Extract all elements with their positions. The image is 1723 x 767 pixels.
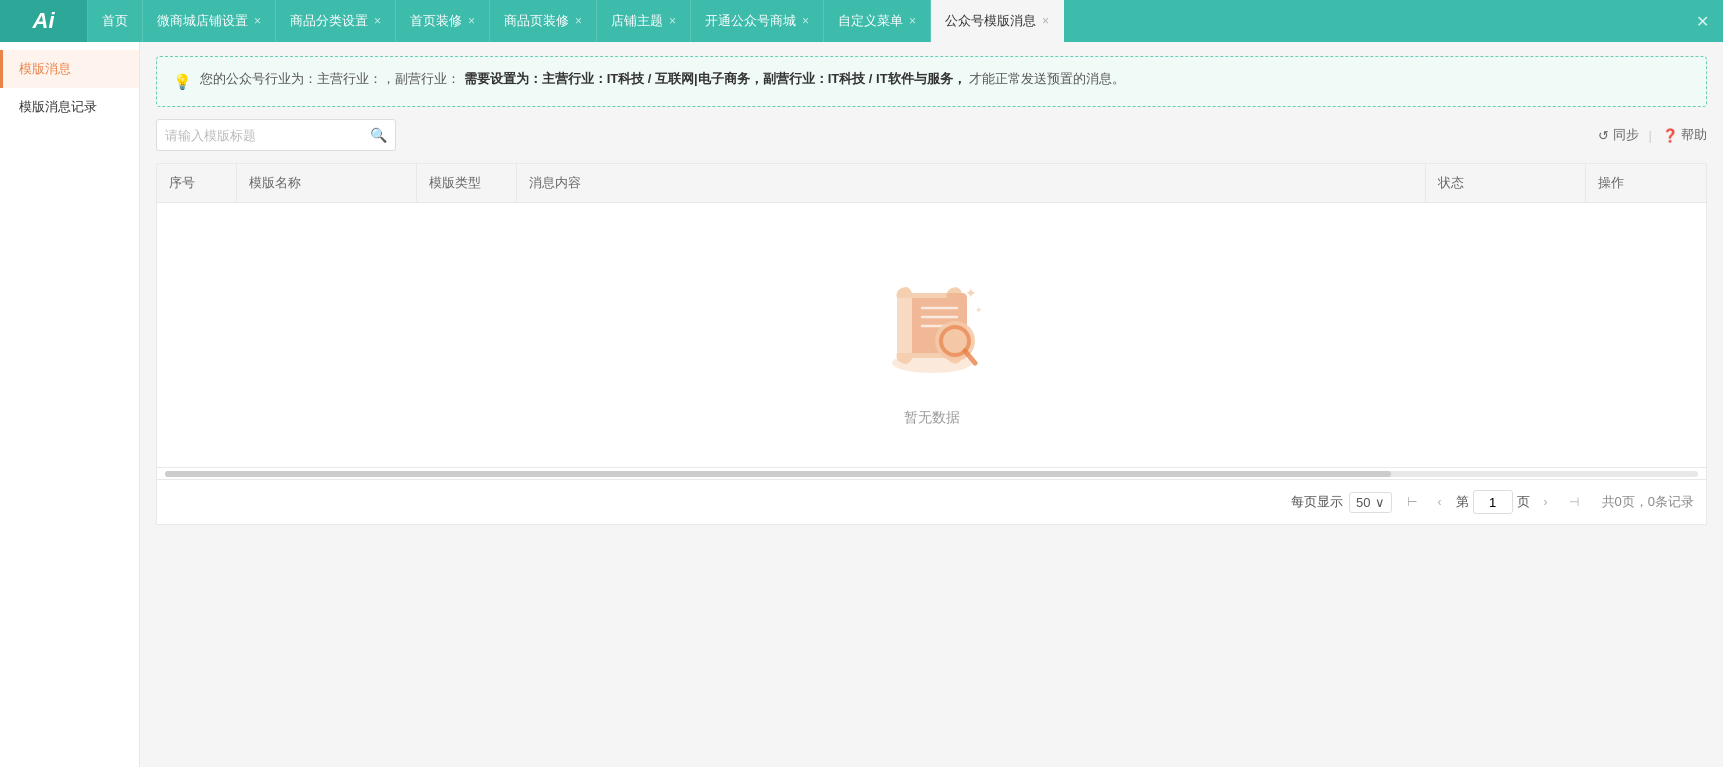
table-header: 序号 模版名称 模版类型 消息内容 状态 操作 <box>157 164 1706 203</box>
next-page-button[interactable]: › <box>1534 490 1558 514</box>
sidebar-item-template-message-record[interactable]: 模版消息记录 <box>0 88 139 126</box>
close-icon[interactable]: × <box>374 15 381 27</box>
bulb-icon: 💡 <box>173 70 192 94</box>
close-icon[interactable]: × <box>575 15 582 27</box>
page-navigation: ⊢ ‹ 第 页 › ⊣ <box>1400 490 1586 514</box>
divider: | <box>1649 128 1652 143</box>
first-page-button[interactable]: ⊢ <box>1400 490 1424 514</box>
empty-state: ✦ ✦ 暂无数据 <box>157 203 1706 467</box>
data-table: 序号 模版名称 模版类型 消息内容 状态 操作 <box>156 163 1707 525</box>
col-header-name: 模版名称 <box>237 164 417 202</box>
search-input-wrap[interactable]: 🔍 <box>156 119 396 151</box>
horizontal-scrollbar[interactable] <box>157 467 1706 479</box>
empty-text: 暂无数据 <box>904 409 960 427</box>
sync-icon: ↺ <box>1598 128 1609 143</box>
search-input[interactable] <box>165 128 370 143</box>
svg-text:✦: ✦ <box>975 305 983 315</box>
page-input-wrap: 第 页 <box>1456 490 1530 514</box>
nav-item-store-theme[interactable]: 店铺主题 × <box>597 0 691 42</box>
close-icon[interactable]: × <box>254 15 261 27</box>
notice-banner: 💡 您的公众号行业为：主营行业：，副营行业： 需要设置为：主营行业：IT科技 /… <box>156 56 1707 107</box>
nav-item-custom-menu[interactable]: 自定义菜单 × <box>824 0 931 42</box>
nav-item-product-decoration[interactable]: 商品页装修 × <box>490 0 597 42</box>
col-header-type: 模版类型 <box>417 164 517 202</box>
close-icon[interactable]: × <box>468 15 475 27</box>
nav-item-open-mall[interactable]: 开通公众号商城 × <box>691 0 824 42</box>
col-header-seq: 序号 <box>157 164 237 202</box>
nav-item-home[interactable]: 首页 <box>88 0 143 42</box>
close-icon[interactable]: × <box>802 15 809 27</box>
per-page-select[interactable]: 50 ∨ <box>1349 492 1391 513</box>
close-icon[interactable]: × <box>909 15 916 27</box>
sync-help-area: ↺ 同步 | ❓ 帮助 <box>1598 126 1707 144</box>
last-page-button[interactable]: ⊣ <box>1562 490 1586 514</box>
nav-item-homepage-decoration[interactable]: 首页装修 × <box>396 0 490 42</box>
close-all-button[interactable]: ✕ <box>1682 12 1723 31</box>
close-icon[interactable]: × <box>669 15 676 27</box>
page-number-input[interactable] <box>1473 490 1513 514</box>
total-info: 共0页，0条记录 <box>1602 493 1694 511</box>
help-icon: ❓ <box>1662 128 1678 143</box>
sync-button[interactable]: ↺ 同步 <box>1598 126 1639 144</box>
nav-item-shop-settings[interactable]: 微商城店铺设置 × <box>143 0 276 42</box>
sidebar: 模版消息 模版消息记录 <box>0 42 140 767</box>
nav-item-template-message[interactable]: 公众号模版消息 × <box>931 0 1064 42</box>
col-header-status: 状态 <box>1426 164 1586 202</box>
main-content: 💡 您的公众号行业为：主营行业：，副营行业： 需要设置为：主营行业：IT科技 /… <box>140 42 1723 767</box>
top-navigation: Ai 首页 微商城店铺设置 × 商品分类设置 × 首页装修 × 商品页装修 × … <box>0 0 1723 42</box>
chevron-down-icon: ∨ <box>1375 495 1385 510</box>
empty-illustration: ✦ ✦ <box>867 263 997 393</box>
col-header-action: 操作 <box>1586 164 1706 202</box>
prev-page-button[interactable]: ‹ <box>1428 490 1452 514</box>
help-button[interactable]: ❓ 帮助 <box>1662 126 1707 144</box>
sidebar-item-template-message[interactable]: 模版消息 <box>0 50 139 88</box>
scrollbar-track[interactable] <box>165 471 1698 477</box>
search-button[interactable]: 🔍 <box>370 127 387 143</box>
col-header-content: 消息内容 <box>517 164 1426 202</box>
per-page-wrap: 每页显示 50 ∨ <box>1291 492 1391 513</box>
close-icon[interactable]: × <box>1042 15 1049 27</box>
nav-item-category-settings[interactable]: 商品分类设置 × <box>276 0 396 42</box>
scrollbar-thumb[interactable] <box>165 471 1391 477</box>
svg-text:✦: ✦ <box>965 285 977 301</box>
search-row: 🔍 ↺ 同步 | ❓ 帮助 <box>156 119 1707 151</box>
main-layout: 模版消息 模版消息记录 💡 您的公众号行业为：主营行业：，副营行业： 需要设置为… <box>0 42 1723 767</box>
pagination: 每页显示 50 ∨ ⊢ ‹ 第 页 › ⊣ <box>157 479 1706 524</box>
app-logo: Ai <box>0 0 88 42</box>
